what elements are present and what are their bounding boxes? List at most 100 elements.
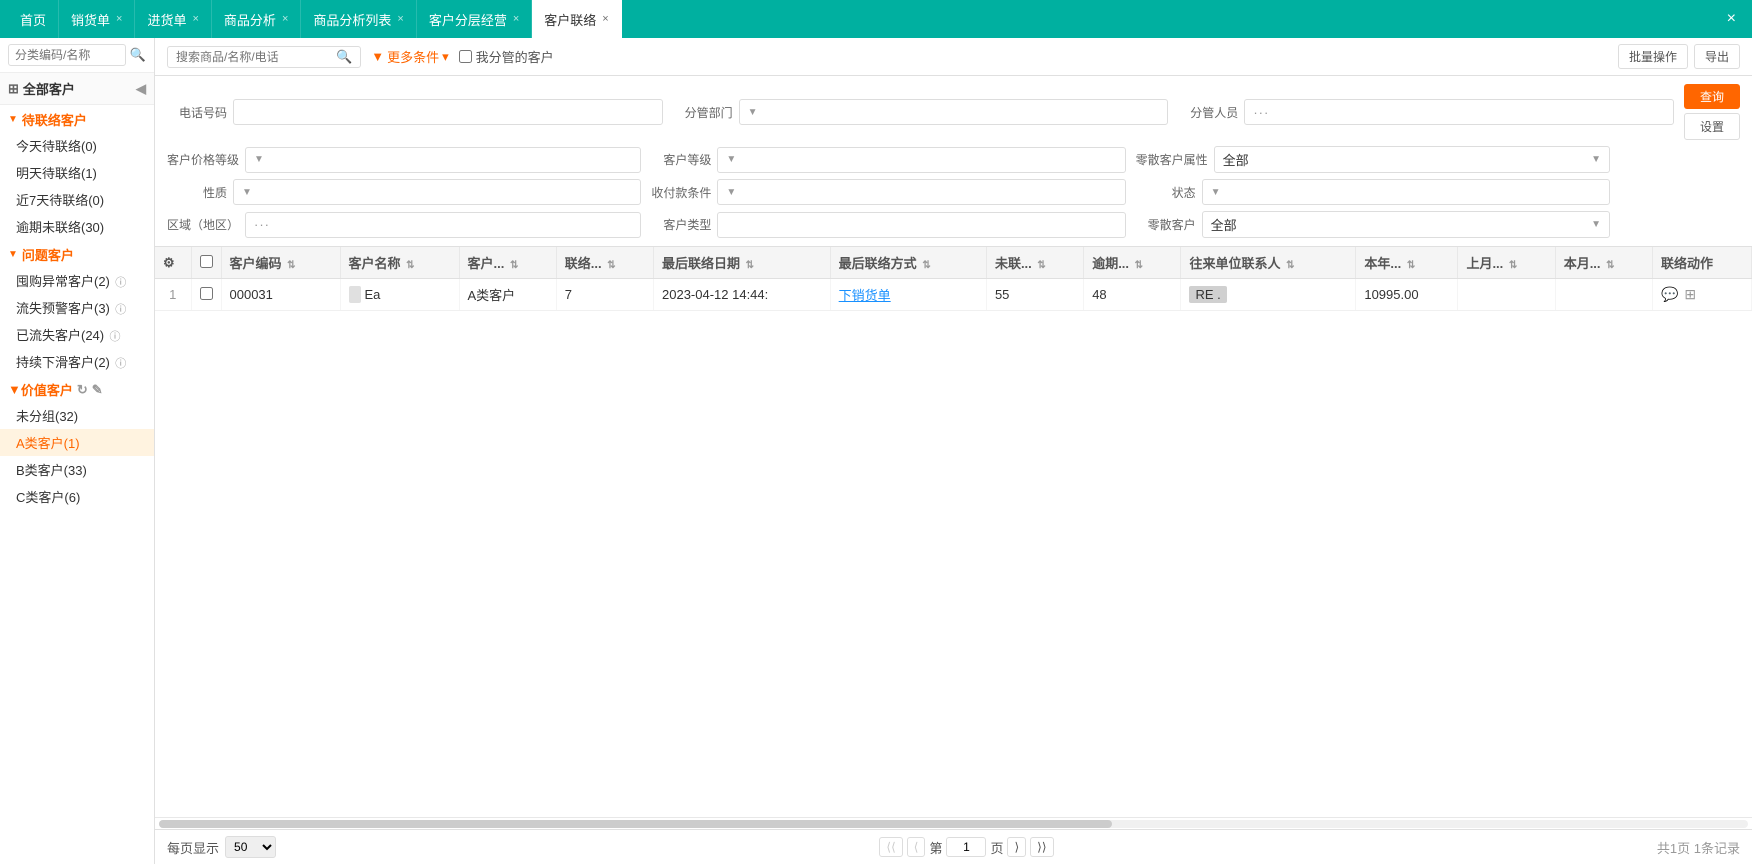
col-name[interactable]: 客户名称 ⇅	[340, 247, 459, 279]
sidebar-item-today[interactable]: 今天待联络(0)	[0, 132, 154, 159]
col-action: 联络动作	[1652, 247, 1751, 279]
person-tag-1: RE .	[1189, 286, 1226, 303]
person-input[interactable]: ···	[1244, 99, 1674, 125]
page-number-input[interactable]	[946, 837, 986, 857]
query-button[interactable]: 查询	[1684, 84, 1740, 109]
collapse-sidebar-btn[interactable]: ◀	[136, 81, 146, 97]
page-navigation: ⟨⟨ ⟨ 第 页 ⟩ ⟩⟩	[879, 837, 1053, 857]
sidebar-item-hoarding[interactable]: 囤购异常客户(2) ⓘ	[0, 267, 154, 294]
main-search-input[interactable]	[176, 50, 336, 64]
prev-page-btn[interactable]: ⟨	[907, 837, 926, 857]
tab-customer-contact[interactable]: 客户联络 ×	[532, 0, 621, 38]
col-last-method[interactable]: 最后联络方式 ⇅	[830, 247, 986, 279]
tab-customer-management[interactable]: 客户分层经营 ×	[417, 0, 532, 38]
next-page-btn[interactable]: ⟩	[1007, 837, 1026, 857]
batch-ops-button[interactable]: 批量操作	[1618, 44, 1688, 69]
main-search: 🔍	[167, 46, 361, 68]
tab-product-analysis[interactable]: 商品分析 ×	[212, 0, 301, 38]
scattered-attr-select[interactable]: 全部 ▼	[1214, 146, 1610, 173]
col-uncontacted[interactable]: 未联... ⇅	[986, 247, 1083, 279]
refresh-icon[interactable]: ↻	[77, 382, 88, 398]
tab-home[interactable]: 首页	[8, 0, 59, 38]
first-page-btn[interactable]: ⟨⟨	[879, 837, 902, 857]
filter-region: 区域（地区） ···	[167, 212, 641, 238]
sidebar-item-class-c[interactable]: C类客户(6)	[0, 483, 154, 510]
my-customers-checkbox[interactable]	[459, 50, 472, 63]
select-all-checkbox[interactable]	[200, 255, 213, 268]
customer-level-select[interactable]: ▼	[717, 147, 1125, 173]
close-product-analysis-list[interactable]: ×	[397, 13, 403, 25]
price-level-select[interactable]: ▼	[245, 147, 641, 173]
last-page-btn[interactable]: ⟩⟩	[1030, 837, 1053, 857]
sidebar-search-icon[interactable]: 🔍	[130, 47, 146, 63]
main-search-icon[interactable]: 🔍	[336, 49, 352, 65]
col-this-month[interactable]: 本月... ⇅	[1555, 247, 1652, 279]
sidebar-search-bar: 🔍	[0, 38, 154, 73]
dept-select[interactable]: ▼	[739, 99, 1169, 125]
grid-action-icon-1[interactable]: ⊞	[1684, 286, 1696, 303]
close-purchase-order[interactable]: ×	[192, 13, 198, 25]
col-checkbox	[191, 247, 221, 279]
problem-customer-section: ▼ 问题客户	[0, 240, 154, 267]
filter-status: 状态 ▼	[1136, 179, 1610, 205]
tab-purchase-order[interactable]: 进货单 ×	[135, 0, 211, 38]
sidebar-item-tomorrow[interactable]: 明天待联络(1)	[0, 159, 154, 186]
cell-contact-1: 7	[556, 279, 653, 311]
last-month-sort-icon: ⇅	[1509, 260, 1517, 271]
close-product-analysis[interactable]: ×	[282, 13, 288, 25]
pending-arrow: ▼	[8, 114, 18, 125]
region-input[interactable]: ···	[245, 212, 641, 238]
close-customer-contact[interactable]: ×	[602, 13, 608, 25]
more-filters-btn[interactable]: ▼ 更多条件 ▾	[371, 47, 448, 66]
col-person[interactable]: 往来单位联系人 ⇅	[1181, 247, 1356, 279]
page-size-select[interactable]: 50 100 200	[225, 836, 276, 858]
sidebar-search-input[interactable]	[8, 44, 126, 66]
horizontal-scrollbar	[155, 817, 1752, 829]
col-code[interactable]: 客户编码 ⇅	[221, 247, 340, 279]
sidebar-item-churned[interactable]: 已流失客户(24) ⓘ	[0, 321, 154, 348]
scrollbar-thumb[interactable]	[159, 820, 1112, 828]
customer-type-input[interactable]	[717, 212, 1125, 238]
sidebar-item-declining[interactable]: 持续下滑客户(2) ⓘ	[0, 348, 154, 375]
close-customer-management[interactable]: ×	[513, 13, 519, 25]
settings-icon[interactable]: ⚙	[163, 255, 175, 270]
this-year-sort-icon: ⇅	[1407, 260, 1415, 271]
sidebar-item-class-a[interactable]: A类客户(1)	[0, 429, 154, 456]
tab-sales-order[interactable]: 销货单 ×	[59, 0, 135, 38]
col-level[interactable]: 客户... ⇅	[459, 247, 556, 279]
phone-input[interactable]	[233, 99, 663, 125]
my-customers-filter: 我分管的客户	[459, 47, 554, 66]
edit-icon[interactable]: ✎	[92, 382, 103, 398]
filter-price-level: 客户价格等级 ▼	[167, 147, 641, 173]
query-settings-btns: 查询 设置	[1684, 84, 1740, 140]
last-method-link-1[interactable]: 下销货单	[839, 288, 891, 303]
status-label: 状态	[1136, 184, 1196, 201]
sidebar-item-7days[interactable]: 近7天待联络(0)	[0, 186, 154, 213]
nature-select[interactable]: ▼	[233, 179, 641, 205]
message-icon-1[interactable]: 💬	[1661, 286, 1678, 303]
payment-select[interactable]: ▼	[717, 179, 1125, 205]
sidebar-item-unclassified[interactable]: 未分组(32)	[0, 402, 154, 429]
filter-nature: 性质 ▼	[167, 179, 641, 205]
cell-this-month-1	[1555, 279, 1652, 311]
col-last-month[interactable]: 上月... ⇅	[1458, 247, 1555, 279]
sidebar-item-churn-warning[interactable]: 流失预警客户(3) ⓘ	[0, 294, 154, 321]
status-select[interactable]: ▼	[1202, 179, 1610, 205]
row-select-1[interactable]	[200, 287, 213, 300]
sidebar-item-class-b[interactable]: B类客户(33)	[0, 456, 154, 483]
filter-customer-level: 客户等级 ▼	[651, 147, 1125, 173]
dept-label: 分管部门	[673, 104, 733, 121]
close-all-tabs[interactable]: ×	[1719, 6, 1744, 32]
scattered-attr-value: 全部	[1223, 150, 1249, 169]
settings-button[interactable]: 设置	[1684, 113, 1740, 140]
sidebar-item-overdue[interactable]: 逾期未联络(30)	[0, 213, 154, 240]
export-button[interactable]: 导出	[1694, 44, 1740, 69]
close-sales-order[interactable]: ×	[116, 13, 122, 25]
col-last-date[interactable]: 最后联络日期 ⇅	[654, 247, 831, 279]
col-this-year[interactable]: 本年... ⇅	[1356, 247, 1458, 279]
tab-product-analysis-list[interactable]: 商品分析列表 ×	[301, 0, 416, 38]
status-chevron: ▼	[1211, 187, 1221, 198]
col-overdue[interactable]: 逾期... ⇅	[1084, 247, 1181, 279]
scattered-select[interactable]: 全部 ▼	[1202, 211, 1610, 238]
col-contact-count[interactable]: 联络... ⇅	[556, 247, 653, 279]
